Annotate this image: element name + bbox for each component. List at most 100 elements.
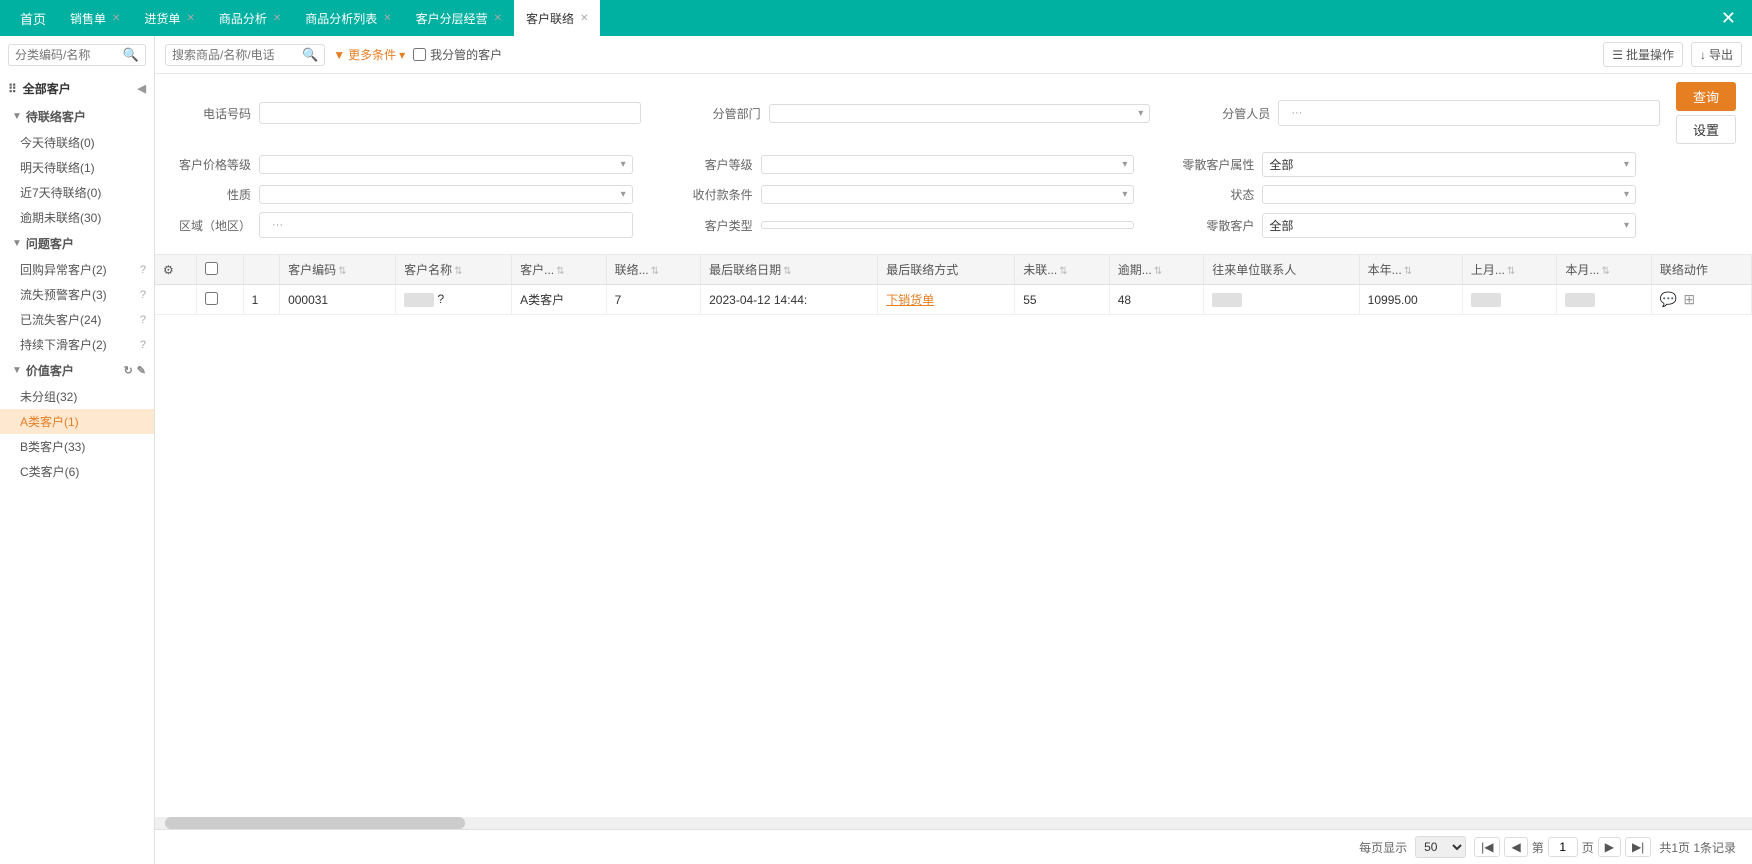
row-checkbox[interactable] [205,292,218,305]
sidebar-item-ungrouped[interactable]: 未分组(32) [0,384,154,409]
sidebar-search-input[interactable] [15,48,123,62]
close-tab-customer-mgr[interactable]: ✕ [494,13,502,24]
nature-select[interactable]: ▾ [259,185,633,204]
sidebar-item-churn-warning[interactable]: 流失预警客户(3) ? [0,282,154,307]
sidebar-item-today-contact[interactable]: 今天待联络(0) [0,130,154,155]
col-name[interactable]: 客户名称⇅ [396,255,512,285]
nav-tab-sales[interactable]: 销售单 ✕ [58,0,132,36]
sidebar-item-repurchase-abnormal[interactable]: 回购异常客户(2) ? [0,257,154,282]
close-tab-customer-contact[interactable]: ✕ [580,13,588,24]
filter-icon: ▼ [333,48,345,62]
next-page-button[interactable]: ▶ [1598,837,1621,857]
payment-select[interactable]: ▾ [761,185,1135,204]
close-tab-analysis[interactable]: ✕ [273,13,281,24]
settings-button[interactable]: 设置 [1676,115,1736,144]
last-method-link[interactable]: 下销货单 [886,293,934,307]
arrow-icon-3: ▼ [12,365,22,376]
filter-search-input[interactable] [172,48,302,62]
sort-icon-category: ⇅ [556,266,564,277]
col-last-date[interactable]: 最后联络日期⇅ [701,255,878,285]
collapse-icon[interactable]: ◀ [138,82,146,95]
manager-select[interactable]: ··· [1278,100,1660,126]
horizontal-scrollbar[interactable] [155,817,1752,829]
batch-op-icon: ☰ [1612,48,1623,62]
sidebar-item-7day-contact[interactable]: 近7天待联络(0) [0,180,154,205]
col-this-year[interactable]: 本年...⇅ [1359,255,1462,285]
sidebar-item-class-a[interactable]: A类客户(1) [0,409,154,434]
query-button[interactable]: 查询 [1676,82,1736,111]
col-last-month[interactable]: 上月...⇅ [1462,255,1557,285]
nav-tab-customer-contact[interactable]: 客户联络 ✕ [514,0,600,36]
col-no-contact[interactable]: 未联...⇅ [1015,255,1110,285]
window-close-button[interactable]: ✕ [1713,8,1744,29]
customer-type-select[interactable] [761,221,1135,229]
nav-tab-analysis[interactable]: 商品分析 ✕ [207,0,293,36]
filter-search-icon[interactable]: 🔍 [302,47,318,63]
close-tab-sales[interactable]: ✕ [112,13,120,24]
region-select[interactable]: ··· [259,212,633,238]
close-tab-analysis-list[interactable]: ✕ [383,13,391,24]
region-more[interactable]: ··· [266,216,289,234]
scrollbar-thumb[interactable] [165,817,465,829]
all-customers-header[interactable]: ⠿ 全部客户 ◀ [0,74,154,103]
manager-more[interactable]: ··· [1285,104,1308,122]
my-customers-checkbox[interactable] [413,48,426,61]
page-input[interactable] [1548,837,1578,857]
dept-select[interactable]: ▾ [769,104,1151,123]
col-this-month[interactable]: 本月...⇅ [1557,255,1652,285]
col-overdue[interactable]: 逾期...⇅ [1109,255,1204,285]
more-conditions-button[interactable]: ▼ 更多条件 ▾ [333,46,405,63]
col-contact[interactable]: 联络...⇅ [606,255,701,285]
problem-customers-group[interactable]: ▼ 问题客户 [0,230,154,257]
filter-row-2: 客户价格等级 ▾ 客户等级 ▾ 零散客户属性 [171,152,1736,177]
col-settings[interactable]: ⚙ [155,255,197,285]
prev-page-button[interactable]: ◀ [1504,837,1527,857]
message-icon[interactable]: 💬 [1660,291,1677,308]
filter-phone: 电话号码 [171,102,641,124]
dept-label: 分管部门 [681,105,761,122]
my-customers-checkbox-container: 我分管的客户 [413,46,502,63]
phone-input[interactable] [259,102,641,124]
value-customers-group[interactable]: ▼ 价值客户 ↻ ✎ [0,357,154,384]
retail-customer-select[interactable]: 全部 ▾ [1262,213,1636,238]
refresh-icon[interactable]: ↻ [124,364,133,377]
col-last-method: 最后联络方式 [878,255,1015,285]
filter-payment: 收付款条件 ▾ [673,185,1135,204]
this-month-masked [1565,293,1595,307]
close-tab-purchase[interactable]: ✕ [186,13,194,24]
col-category[interactable]: 客户...⇅ [512,255,607,285]
filter-dept: 分管部门 ▾ [681,104,1151,123]
price-level-select[interactable]: ▾ [259,155,633,174]
page-size-select[interactable]: 50 10 20 100 [1415,836,1466,858]
content-area: 🔍 ▼ 更多条件 ▾ 我分管的客户 ☰ 批量操作 ↓ 导出 [155,36,1752,864]
sidebar-item-tomorrow-contact[interactable]: 明天待联络(1) [0,155,154,180]
first-page-button[interactable]: |◀ [1474,837,1500,857]
col-code[interactable]: 客户编码⇅ [280,255,396,285]
help-icon-2[interactable]: ? [140,289,146,301]
sidebar-item-overdue-contact[interactable]: 逾期未联络(30) [0,205,154,230]
sidebar-item-declining[interactable]: 持续下滑客户(2) ? [0,332,154,357]
select-all-checkbox[interactable] [205,262,218,275]
batch-op-button[interactable]: ☰ 批量操作 [1603,42,1683,67]
help-icon-4[interactable]: ? [140,339,146,351]
last-month-masked [1471,293,1501,307]
customer-level-select[interactable]: ▾ [761,155,1135,174]
qr-icon[interactable]: ⊞ [1683,291,1695,308]
sidebar-item-class-b[interactable]: B类客户(33) [0,434,154,459]
nav-tab-purchase[interactable]: 进货单 ✕ [132,0,206,36]
help-icon-1[interactable]: ? [140,264,146,276]
unit-contact-masked [1212,293,1242,307]
nav-home[interactable]: 首页 [8,9,58,28]
retail-prop-select[interactable]: 全部 ▾ [1262,152,1636,177]
edit-icon[interactable]: ✎ [137,364,146,377]
nav-tab-customer-mgr[interactable]: 客户分层经营 ✕ [404,0,514,36]
nav-tab-analysis-list[interactable]: 商品分析列表 ✕ [293,0,403,36]
last-page-button[interactable]: ▶| [1625,837,1651,857]
status-select[interactable]: ▾ [1262,185,1636,204]
pending-contact-group[interactable]: ▼ 待联络客户 [0,103,154,130]
sidebar-item-churned[interactable]: 已流失客户(24) ? [0,307,154,332]
export-button[interactable]: ↓ 导出 [1691,42,1742,67]
help-icon-3[interactable]: ? [140,314,146,326]
sidebar-item-class-c[interactable]: C类客户(6) [0,459,154,484]
sidebar-search-icon[interactable]: 🔍 [123,47,139,63]
